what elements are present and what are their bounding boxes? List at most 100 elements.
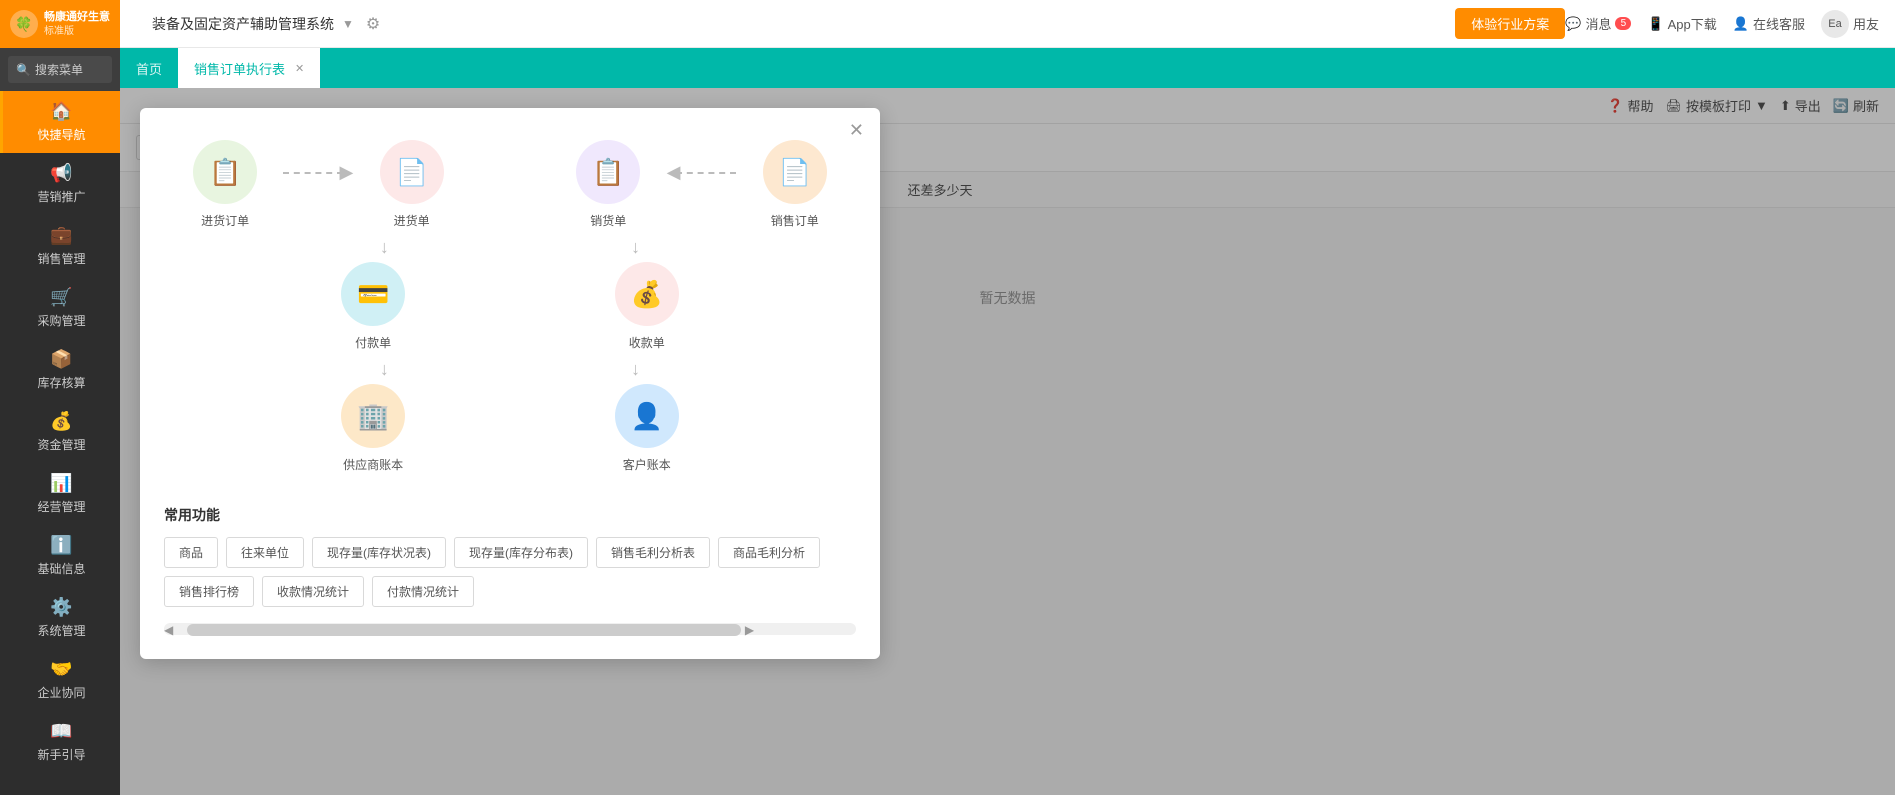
arrow-2: ◀ [667,162,737,183]
search-icon: 🔍 [16,63,31,77]
flow-circle-customer: 👤 [615,384,679,448]
modal-overlay[interactable]: ✕ 📋 进货订单 ▶ [120,88,1895,795]
func-btn-current-stock-status[interactable]: 现存量(库存状况表) [312,537,446,568]
spacer-6 [729,359,793,380]
flow-circle-sales-receipt: 📋 [576,140,640,204]
scroll-bar-thumb[interactable] [187,624,741,636]
home-icon: 🏠 [50,101,72,122]
user-area[interactable]: Ea 用友 [1821,10,1879,38]
func-btn-receipt-stats[interactable]: 收款情况统计 [262,576,364,607]
settings-icon[interactable]: ⚙ [366,14,380,34]
inventory-icon: 📦 [50,349,72,370]
flow-item-purchase-receipt[interactable]: 📄 进货单 [380,140,444,229]
func-btn-payment-stats[interactable]: 付款情况统计 [372,576,474,607]
system-icon: ⚙️ [50,597,72,618]
flow-item-supplier-ledger[interactable]: 🏢 供应商账本 [341,384,405,473]
flow-item-sales-order[interactable]: 📄 销售订单 [763,140,827,229]
sidebar-item-marketing[interactable]: 📢 营销推广 [0,153,120,215]
sales-icon: 💼 [50,225,72,246]
flow-label-supplier: 供应商账本 [343,456,403,473]
func-btn-contact[interactable]: 往来单位 [226,537,304,568]
flow-item-purchase-order[interactable]: 📋 进货订单 [193,140,257,229]
spacer-5 [478,359,542,380]
sidebar-item-finance[interactable]: 💰 资金管理 [0,401,120,463]
sidebar-item-basic-info[interactable]: ℹ️ 基础信息 [0,525,120,587]
flow-circle-purchase-order: 📋 [193,140,257,204]
top-header: 装备及固定资产辅助管理系统 ▼ ⚙ 体验行业方案 💬 消息 5 📱 App下载 … [120,0,1895,48]
sidebar-item-management[interactable]: 📊 经营管理 [0,463,120,525]
modal-close-button[interactable]: ✕ [849,120,864,141]
flow-diagram: 📋 进货订单 ▶ 📄 进货单 [164,132,856,497]
purchase-icon: 🛒 [50,287,72,308]
down-arrow-3: ↓ [352,359,416,380]
system-title-text: 装备及固定资产辅助管理系统 [152,14,334,34]
sidebar: 🍀 畅康通好生意 标准版 🔍 搜索菜单 🏠 快捷导航 📢 营销推广 💼 销售管理… [0,0,120,795]
flow-circle-supplier: 🏢 [341,384,405,448]
tab-home[interactable]: 首页 [120,48,178,88]
common-functions-title: 常用功能 [164,505,856,525]
flow-down-arrows-2: ↓ ↓ [180,359,840,380]
tab-close-icon[interactable]: ✕ [295,62,304,75]
tab-sales-order-execution[interactable]: 销售订单执行表 ✕ [178,48,320,88]
download-icon: 📱 [1647,16,1663,32]
logo-text: 畅康通好生意 标准版 [44,10,110,37]
down-arrow-4: ↓ [604,359,668,380]
search-menu-button[interactable]: 🔍 搜索菜单 [8,56,112,83]
flow-label-payment: 付款单 [355,334,391,351]
management-icon: 📊 [50,473,72,494]
down-arrow-2: ↓ [604,237,668,258]
system-title-area: 装备及固定资产辅助管理系统 ▼ ⚙ [152,14,1455,34]
sidebar-item-guide[interactable]: 📖 新手引导 [0,711,120,773]
down-arrow-1: ↓ [352,237,416,258]
flow-label-sales-order: 销售订单 [771,212,819,229]
flow-circle-purchase-receipt: 📄 [380,140,444,204]
spacer-2 [478,237,542,258]
service-icon: 👤 [1733,16,1749,32]
spacer-4 [227,359,291,380]
flow-item-payment[interactable]: 💳 付款单 [341,262,405,351]
scroll-bar-container[interactable]: ◀ ▶ [164,623,856,635]
func-btn-product-profit-analysis[interactable]: 商品毛利分析 [718,537,820,568]
func-btn-current-stock-dist[interactable]: 现存量(库存分布表) [454,537,588,568]
tab-bar: 首页 销售订单执行表 ✕ [120,48,1895,88]
finance-icon: 💰 [50,411,72,432]
func-btn-product[interactable]: 商品 [164,537,218,568]
message-badge: 5 [1615,17,1631,30]
message-button[interactable]: 💬 消息 5 [1565,14,1631,33]
flow-label-sales-receipt: 销货单 [590,212,626,229]
flow-item-sales-receipt[interactable]: 📋 销货单 [576,140,640,229]
sidebar-item-home[interactable]: 🏠 快捷导航 [0,91,120,153]
flow-row-1: 📋 进货订单 ▶ 📄 进货单 [180,140,840,229]
guide-icon: 📖 [50,721,72,742]
flow-label-purchase-receipt: 进货单 [394,212,430,229]
func-buttons-row-2: 销售排行榜 收款情况统计 付款情况统计 [164,576,856,607]
app-download-button[interactable]: 📱 App下载 [1647,14,1716,33]
spacer-3 [729,237,793,258]
flow-row-2: 💳 付款单 💰 收款单 [180,262,840,351]
func-btn-sales-ranking[interactable]: 销售排行榜 [164,576,254,607]
online-service-button[interactable]: 👤 在线客服 [1733,14,1805,33]
arrow-1: ▶ [283,162,353,183]
common-functions-section: 常用功能 商品 往来单位 现存量(库存状况表) 现存量(库存分布表) 销售毛利分… [164,505,856,607]
trial-button[interactable]: 体验行业方案 [1455,8,1565,39]
scroll-right-btn[interactable]: ▶ [745,623,754,637]
sidebar-item-purchase[interactable]: 🛒 采购管理 [0,277,120,339]
flow-circle-sales-order: 📄 [763,140,827,204]
user-avatar: Ea [1821,10,1849,38]
func-buttons-row-1: 商品 往来单位 现存量(库存状况表) 现存量(库存分布表) 销售毛利分析表 商品… [164,537,856,568]
sidebar-search-area: 🔍 搜索菜单 [0,48,120,91]
sidebar-item-system[interactable]: ⚙️ 系统管理 [0,587,120,649]
sidebar-item-inventory[interactable]: 📦 库存核算 [0,339,120,401]
flow-item-customer-ledger[interactable]: 👤 客户账本 [615,384,679,473]
system-dropdown-btn[interactable]: ▼ [342,17,354,31]
enterprise-icon: 🤝 [50,659,72,680]
sidebar-item-sales[interactable]: 💼 销售管理 [0,215,120,277]
flow-label-receipt: 收款单 [629,334,665,351]
flow-item-receipt[interactable]: 💰 收款单 [615,262,679,351]
marketing-icon: 📢 [50,163,72,184]
func-btn-sales-profit-analysis[interactable]: 销售毛利分析表 [596,537,710,568]
sidebar-item-enterprise[interactable]: 🤝 企业协同 [0,649,120,711]
sidebar-logo: 🍀 畅康通好生意 标准版 [0,0,120,48]
scroll-left-btn[interactable]: ◀ [164,623,173,637]
flow-down-arrows-1: ↓ ↓ [180,237,840,258]
